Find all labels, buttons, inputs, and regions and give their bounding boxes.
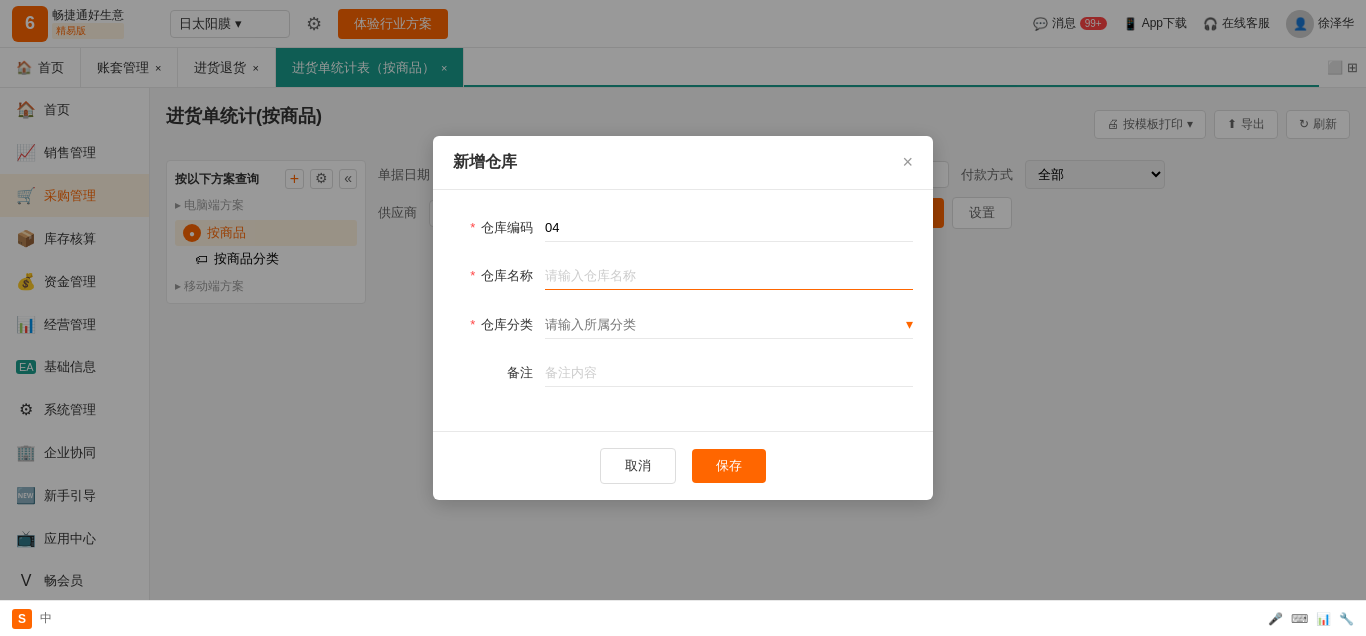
dialog-footer: 取消 保存: [433, 431, 933, 500]
s-logo: S: [12, 609, 32, 629]
save-button[interactable]: 保存: [692, 449, 766, 483]
name-input[interactable]: [545, 262, 913, 290]
keyboard-icon[interactable]: ⌨: [1291, 612, 1308, 626]
dialog-body: * 仓库编码 * 仓库名称 * 仓库分类: [433, 190, 933, 431]
name-required-star: *: [470, 268, 475, 283]
dialog-title: 新增仓库: [453, 152, 517, 173]
tool-icon[interactable]: 🔧: [1339, 612, 1354, 626]
chart-icon[interactable]: 📊: [1316, 612, 1331, 626]
note-label: 备注: [453, 364, 533, 382]
bottom-bar: S 中 🎤 ⌨ 📊 🔧: [0, 600, 1366, 636]
code-required-star: *: [470, 220, 475, 235]
form-row-name: * 仓库名称: [453, 262, 913, 290]
category-select-input[interactable]: [545, 317, 906, 332]
category-label: * 仓库分类: [453, 316, 533, 334]
category-label-text: 仓库分类: [481, 317, 533, 332]
bottom-left: S 中: [12, 609, 52, 629]
category-select-row[interactable]: ▾: [545, 310, 913, 339]
category-chevron-icon: ▾: [906, 316, 913, 332]
modal-overlay: 新增仓库 × * 仓库编码 * 仓库名称: [0, 0, 1366, 636]
note-label-text: 备注: [507, 365, 533, 380]
cancel-button[interactable]: 取消: [600, 448, 676, 484]
name-label: * 仓库名称: [453, 267, 533, 285]
form-row-category: * 仓库分类 ▾: [453, 310, 913, 339]
bottom-label: 中: [40, 610, 52, 627]
code-label: * 仓库编码: [453, 219, 533, 237]
form-row-code: * 仓库编码: [453, 214, 913, 242]
code-input[interactable]: [545, 214, 913, 242]
code-label-text: 仓库编码: [481, 220, 533, 235]
dialog-close-button[interactable]: ×: [902, 152, 913, 173]
dialog-header: 新增仓库 ×: [433, 136, 933, 190]
new-warehouse-dialog: 新增仓库 × * 仓库编码 * 仓库名称: [433, 136, 933, 500]
note-input[interactable]: [545, 359, 913, 387]
form-row-note: 备注: [453, 359, 913, 387]
name-label-text: 仓库名称: [481, 268, 533, 283]
bottom-right: 🎤 ⌨ 📊 🔧: [1268, 612, 1354, 626]
mic-icon[interactable]: 🎤: [1268, 612, 1283, 626]
category-required-star: *: [470, 317, 475, 332]
